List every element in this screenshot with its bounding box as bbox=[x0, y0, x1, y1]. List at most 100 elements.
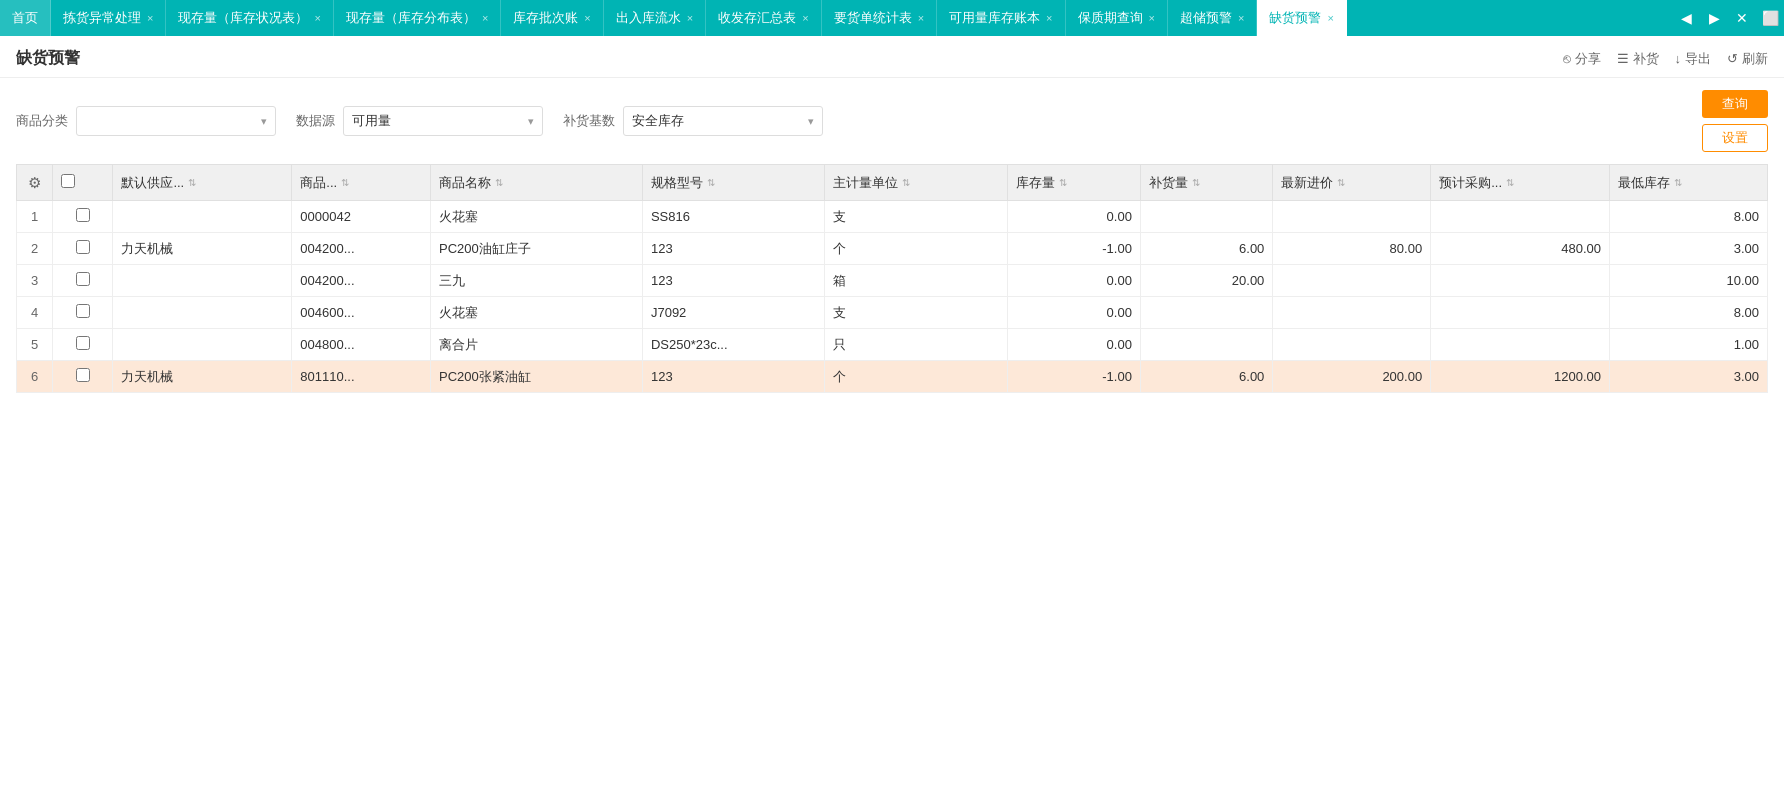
purchase-col-header[interactable]: 预计采购... ⇅ bbox=[1431, 165, 1610, 201]
nav-next-button[interactable]: ▶ bbox=[1700, 0, 1728, 36]
row-checkbox[interactable] bbox=[76, 336, 90, 350]
nav-item-shortage[interactable]: 缺货预警 × bbox=[1257, 0, 1346, 36]
close-icon[interactable]: × bbox=[314, 12, 320, 24]
basis-select[interactable]: 安全库存 ▾ bbox=[623, 106, 823, 136]
nav-prev-button[interactable]: ◀ bbox=[1672, 0, 1700, 36]
price-cell: 80.00 bbox=[1273, 233, 1431, 265]
category-select[interactable]: ▾ bbox=[76, 106, 276, 136]
refresh-icon: ↺ bbox=[1727, 51, 1738, 66]
spec-cell: 123 bbox=[642, 361, 824, 393]
price-col-header[interactable]: 最新进价 ⇅ bbox=[1273, 165, 1431, 201]
nav-item-expiry[interactable]: 保质期查询 × bbox=[1066, 0, 1168, 36]
datasource-select[interactable]: 可用量 ▾ bbox=[343, 106, 543, 136]
row-checkbox[interactable] bbox=[76, 368, 90, 382]
replenish-cell: 6.00 bbox=[1140, 361, 1272, 393]
close-icon[interactable]: × bbox=[918, 12, 924, 24]
purchase-cell bbox=[1431, 201, 1610, 233]
name-col-header[interactable]: 商品名称 ⇅ bbox=[431, 165, 643, 201]
replenish-cell bbox=[1140, 201, 1272, 233]
close-icon[interactable]: × bbox=[1149, 12, 1155, 24]
nav-item-summary[interactable]: 收发存汇总表 × bbox=[706, 0, 821, 36]
close-icon[interactable]: × bbox=[1238, 12, 1244, 24]
spec-col-header[interactable]: 规格型号 ⇅ bbox=[642, 165, 824, 201]
stock-col-header[interactable]: 库存量 ⇅ bbox=[1008, 165, 1140, 201]
row-checkbox-cell bbox=[53, 361, 113, 393]
nav-item-picking[interactable]: 拣货异常处理 × bbox=[51, 0, 166, 36]
share-button[interactable]: ⎋ 分享 bbox=[1563, 50, 1601, 68]
export-icon: ↓ bbox=[1675, 51, 1682, 66]
code-cell: 004200... bbox=[292, 265, 431, 297]
code-cell: 004600... bbox=[292, 297, 431, 329]
row-number: 3 bbox=[17, 265, 53, 297]
data-table: ⚙ 默认供应... ⇅ 商品... ⇅ bbox=[16, 164, 1768, 393]
price-cell bbox=[1273, 201, 1431, 233]
nav-item-flow[interactable]: 出入库流水 × bbox=[604, 0, 706, 36]
minstock-col-header[interactable]: 最低库存 ⇅ bbox=[1610, 165, 1768, 201]
replenish-col-header[interactable]: 补货量 ⇅ bbox=[1140, 165, 1272, 201]
top-nav: 首页 拣货异常处理 × 现存量（库存状况表） × 现存量（库存分布表） × 库存… bbox=[0, 0, 1784, 36]
minstock-cell: 10.00 bbox=[1610, 265, 1768, 297]
nav-item-batch[interactable]: 库存批次账 × bbox=[501, 0, 603, 36]
chevron-down-icon: ▾ bbox=[261, 115, 267, 128]
close-icon[interactable]: × bbox=[687, 12, 693, 24]
refresh-button[interactable]: ↺ 刷新 bbox=[1727, 50, 1768, 68]
nav-item-overstock[interactable]: 超储预警 × bbox=[1168, 0, 1257, 36]
table-row: 4 004600... 火花塞 J7092 支 0.00 8.00 bbox=[17, 297, 1768, 329]
nav-item-stock1[interactable]: 现存量（库存状况表） × bbox=[166, 0, 333, 36]
row-checkbox[interactable] bbox=[76, 272, 90, 286]
select-all-checkbox[interactable] bbox=[61, 174, 75, 188]
row-number: 5 bbox=[17, 329, 53, 361]
close-icon[interactable]: × bbox=[1327, 12, 1333, 24]
nav-item-stock2[interactable]: 现存量（库存分布表） × bbox=[334, 0, 501, 36]
code-col-header[interactable]: 商品... ⇅ bbox=[292, 165, 431, 201]
replenish-cell: 6.00 bbox=[1140, 233, 1272, 265]
row-checkbox[interactable] bbox=[76, 208, 90, 222]
sort-icon: ⇅ bbox=[341, 177, 349, 188]
close-icon[interactable]: × bbox=[1046, 12, 1052, 24]
category-filter-group: 商品分类 ▾ bbox=[16, 106, 276, 136]
supplier-cell bbox=[113, 265, 292, 297]
sort-icon: ⇅ bbox=[1674, 177, 1682, 188]
row-checkbox-cell bbox=[53, 329, 113, 361]
row-checkbox-cell bbox=[53, 297, 113, 329]
replenish-cell bbox=[1140, 329, 1272, 361]
nav-item-demand[interactable]: 要货单统计表 × bbox=[822, 0, 937, 36]
action-buttons: 查询 设置 bbox=[1702, 90, 1768, 152]
table-container: ⚙ 默认供应... ⇅ 商品... ⇅ bbox=[0, 164, 1784, 393]
header-actions: ⎋ 分享 ☰ 补货 ↓ 导出 ↺ 刷新 bbox=[1563, 50, 1769, 68]
gear-icon[interactable]: ⚙ bbox=[28, 174, 41, 191]
close-icon[interactable]: × bbox=[584, 12, 590, 24]
name-cell: 离合片 bbox=[431, 329, 643, 361]
row-checkbox[interactable] bbox=[76, 304, 90, 318]
row-number: 2 bbox=[17, 233, 53, 265]
share-icon: ⎋ bbox=[1563, 51, 1571, 66]
row-checkbox-cell bbox=[53, 265, 113, 297]
nav-item-available[interactable]: 可用量库存账本 × bbox=[937, 0, 1065, 36]
supplier-cell bbox=[113, 297, 292, 329]
replenish-button[interactable]: ☰ 补货 bbox=[1617, 50, 1659, 68]
chevron-down-icon: ▾ bbox=[808, 115, 814, 128]
row-checkbox[interactable] bbox=[76, 240, 90, 254]
supplier-col-header[interactable]: 默认供应... ⇅ bbox=[113, 165, 292, 201]
close-icon[interactable]: × bbox=[147, 12, 153, 24]
close-icon[interactable]: × bbox=[482, 12, 488, 24]
category-label: 商品分类 bbox=[16, 112, 68, 130]
unit-col-header[interactable]: 主计量单位 ⇅ bbox=[825, 165, 1008, 201]
export-button[interactable]: ↓ 导出 bbox=[1675, 50, 1712, 68]
filter-area: 商品分类 ▾ 数据源 可用量 ▾ 补货基数 安全库存 ▾ 查询 设置 bbox=[0, 78, 1784, 164]
sort-icon: ⇅ bbox=[902, 177, 910, 188]
replenish-cell bbox=[1140, 297, 1272, 329]
nav-close-button[interactable]: ✕ bbox=[1728, 0, 1756, 36]
purchase-cell: 1200.00 bbox=[1431, 361, 1610, 393]
settings-button[interactable]: 设置 bbox=[1702, 124, 1768, 152]
close-icon[interactable]: × bbox=[802, 12, 808, 24]
minstock-cell: 1.00 bbox=[1610, 329, 1768, 361]
supplier-cell bbox=[113, 329, 292, 361]
nav-item-home[interactable]: 首页 bbox=[0, 0, 51, 36]
page-header: 缺货预警 ⎋ 分享 ☰ 补货 ↓ 导出 ↺ 刷新 bbox=[0, 36, 1784, 78]
sort-icon: ⇅ bbox=[495, 177, 503, 188]
nav-maximize-button[interactable]: ⬜ bbox=[1756, 0, 1784, 36]
sort-icon: ⇅ bbox=[1337, 177, 1345, 188]
query-button[interactable]: 查询 bbox=[1702, 90, 1768, 118]
row-checkbox-cell bbox=[53, 233, 113, 265]
